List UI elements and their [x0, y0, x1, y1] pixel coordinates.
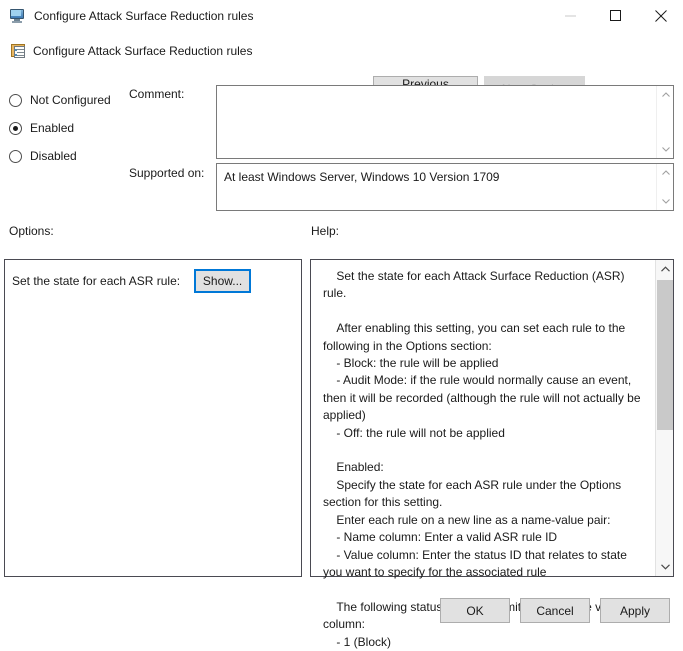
- show-button[interactable]: Show...: [194, 269, 252, 293]
- help-section-label: Help:: [311, 224, 340, 238]
- radio-label-disabled: Disabled: [30, 149, 77, 163]
- supported-on-input[interactable]: At least Windows Server, Windows 10 Vers…: [216, 163, 674, 211]
- apply-button[interactable]: Apply: [600, 598, 670, 623]
- options-panel: Set the state for each ASR rule: Show...: [4, 259, 302, 577]
- scroll-up-icon[interactable]: [656, 260, 674, 278]
- maximize-icon[interactable]: [593, 0, 638, 31]
- supported-on-scrollbar[interactable]: [656, 164, 673, 210]
- page-title: Configure Attack Surface Reduction rules: [33, 44, 253, 58]
- window-controls: [548, 0, 683, 31]
- asr-rule-state-label: Set the state for each ASR rule:: [12, 274, 181, 288]
- scroll-down-icon[interactable]: [656, 558, 674, 576]
- scroll-down-icon[interactable]: [657, 193, 674, 210]
- scroll-up-icon[interactable]: [657, 86, 674, 103]
- help-scrollbar-thumb[interactable]: [657, 280, 673, 430]
- policy-setting-icon: [11, 43, 27, 59]
- radio-label-not-configured: Not Configured: [30, 93, 111, 107]
- monitor-icon: [9, 8, 25, 24]
- cancel-button[interactable]: Cancel: [520, 598, 590, 623]
- scroll-down-icon[interactable]: [657, 141, 674, 158]
- supported-on-label: Supported on:: [129, 166, 205, 180]
- help-text: Set the state for each Attack Surface Re…: [323, 269, 641, 649]
- close-icon[interactable]: [638, 0, 683, 31]
- header-row: Configure Attack Surface Reduction rules…: [0, 31, 683, 105]
- comment-label: Comment:: [129, 87, 185, 101]
- help-panel: Set the state for each Attack Surface Re…: [310, 259, 674, 649]
- options-section-label: Options:: [9, 224, 54, 238]
- help-scrollbar[interactable]: [655, 260, 673, 576]
- title-bar: Configure Attack Surface Reduction rules: [0, 0, 683, 31]
- radio-mark-enabled: [9, 121, 22, 135]
- comment-scrollbar[interactable]: [656, 86, 673, 158]
- ok-button[interactable]: OK: [440, 598, 510, 623]
- radio-mark-not-configured: [9, 93, 22, 107]
- radio-not-configured[interactable]: Not Configured: [9, 86, 129, 114]
- scroll-up-icon[interactable]: [657, 164, 674, 181]
- radio-mark-disabled: [9, 149, 22, 163]
- radio-label-enabled: Enabled: [30, 121, 75, 135]
- comment-input[interactable]: [216, 85, 674, 159]
- window-title: Configure Attack Surface Reduction rules: [34, 8, 254, 23]
- radio-enabled[interactable]: Enabled: [9, 114, 129, 142]
- radio-disabled[interactable]: Disabled: [9, 142, 129, 170]
- supported-on-value: At least Windows Server, Windows 10 Vers…: [224, 170, 500, 184]
- asr-rule-state-row: Set the state for each ASR rule: Show...: [12, 269, 252, 293]
- state-radio-group: Not Configured Enabled Disabled: [9, 86, 129, 170]
- minimize-icon[interactable]: [548, 0, 593, 31]
